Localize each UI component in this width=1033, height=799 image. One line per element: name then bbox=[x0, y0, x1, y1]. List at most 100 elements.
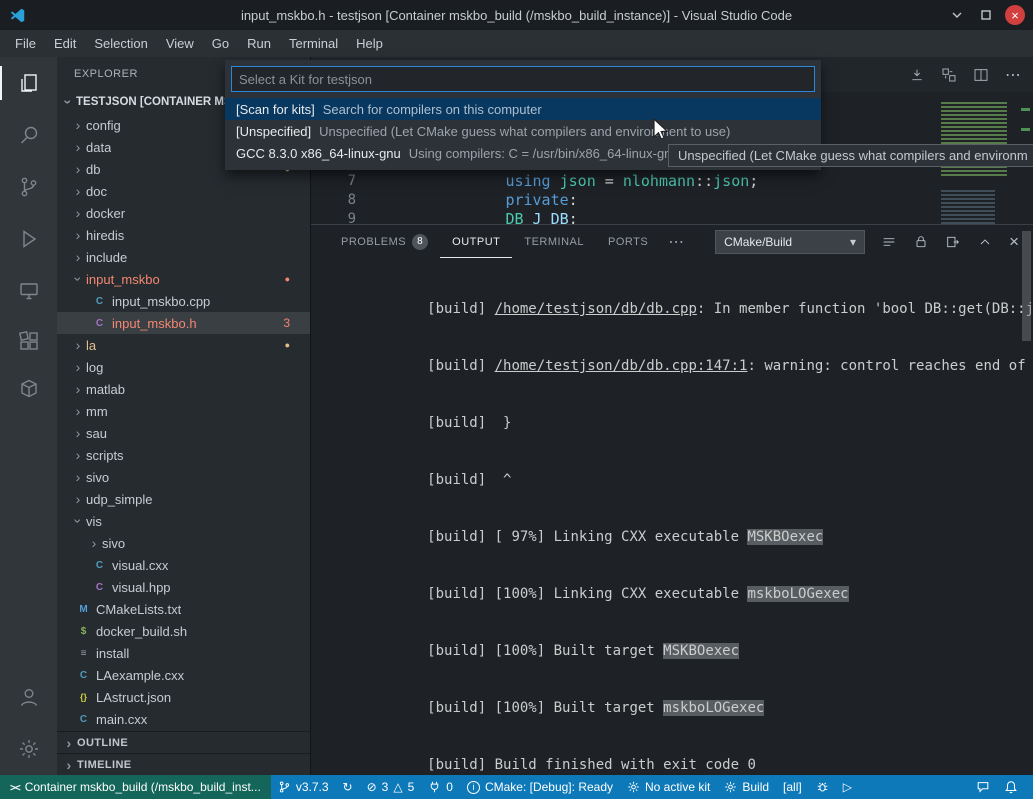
search-icon[interactable] bbox=[0, 109, 57, 161]
sidebar-section-header[interactable]: › OUTLINE bbox=[57, 731, 310, 753]
ports-status[interactable]: 0 bbox=[421, 775, 460, 799]
panel-tab[interactable]: PROBLEMS 8 bbox=[329, 225, 440, 258]
menu-item[interactable]: Edit bbox=[45, 30, 85, 57]
quickpick-item-label: [Unspecified] bbox=[236, 123, 312, 139]
tree-item[interactable]: C input_mskbo.h 3 bbox=[57, 312, 310, 334]
maximize-panel-icon[interactable] bbox=[977, 234, 993, 250]
tree-item[interactable]: mm bbox=[57, 400, 310, 422]
debug-status[interactable] bbox=[809, 775, 836, 799]
extensions-icon[interactable] bbox=[0, 317, 57, 364]
tree-item-label: include bbox=[86, 249, 128, 265]
build-target-status[interactable]: [all] bbox=[776, 775, 809, 799]
output-segment: [build] [100%] Built target bbox=[427, 700, 664, 716]
settings-gear-icon[interactable] bbox=[0, 723, 57, 775]
account-icon[interactable] bbox=[0, 671, 57, 723]
tooltip: Unspecified (Let CMake guess what compil… bbox=[668, 144, 1033, 167]
menu-item[interactable]: Go bbox=[203, 30, 238, 57]
tree-item[interactable]: ≡ install bbox=[57, 642, 310, 664]
file-tree: config data db bbox=[57, 114, 310, 730]
sidebar-sections: › OUTLINE › TIMELINE bbox=[57, 731, 310, 775]
cmake-build-button[interactable]: Build bbox=[717, 775, 776, 799]
tree-item[interactable]: scripts bbox=[57, 444, 310, 466]
remote-indicator[interactable]: Container mskbo_build (/mskbo_build_inst… bbox=[0, 775, 271, 799]
tree-item[interactable]: hiredis bbox=[57, 224, 310, 246]
more-actions-icon[interactable] bbox=[1005, 65, 1021, 85]
tree-item[interactable]: C main.cxx bbox=[57, 708, 310, 730]
more-panel-tabs-icon[interactable] bbox=[660, 232, 692, 252]
output-segment: [build] [100%] Linking CXX executable bbox=[427, 586, 748, 602]
tree-item[interactable]: {} LAstruct.json bbox=[57, 686, 310, 708]
quickpick-input[interactable]: Select a Kit for testjson bbox=[231, 66, 815, 92]
tree-item[interactable]: sivo bbox=[57, 532, 310, 554]
tree-item[interactable]: C visual.cxx bbox=[57, 554, 310, 576]
tree-item[interactable]: C LAexample.cxx bbox=[57, 664, 310, 686]
output-segment: /home/testjson/db/db.cpp:147:1 bbox=[494, 358, 748, 374]
problems-status[interactable]: 3 5 bbox=[360, 775, 422, 799]
close-panel-icon[interactable] bbox=[1009, 233, 1019, 250]
output-segment: [build] Build finished with exit code 0 bbox=[427, 757, 756, 773]
titlebar: input_mskbo.h - testjson [Container mskb… bbox=[0, 0, 1033, 30]
tree-item[interactable]: docker bbox=[57, 202, 310, 224]
tree-item[interactable]: C visual.hpp bbox=[57, 576, 310, 598]
tree-item[interactable]: vis bbox=[57, 510, 310, 532]
folder-chevron-icon bbox=[70, 205, 86, 221]
quickpick-item-label: [Scan for kits] bbox=[236, 101, 315, 117]
menu-item[interactable]: Run bbox=[238, 30, 280, 57]
code-line-content: json Jmskbo; bbox=[356, 210, 614, 224]
tree-item[interactable]: M CMakeLists.txt bbox=[57, 598, 310, 620]
tree-item-label: input_mskbo.h bbox=[112, 315, 197, 331]
tree-item[interactable]: C input_mskbo.cpp bbox=[57, 290, 310, 312]
tree-item[interactable]: matlab bbox=[57, 378, 310, 400]
tree-item[interactable]: $ docker_build.sh bbox=[57, 620, 310, 642]
explorer-icon[interactable] bbox=[0, 57, 57, 109]
feedback-button[interactable] bbox=[969, 780, 997, 794]
package-icon[interactable] bbox=[0, 364, 57, 411]
output-channel-select[interactable]: CMake/Build bbox=[715, 229, 866, 254]
panel-tab[interactable]: PORTS bbox=[596, 225, 660, 258]
tree-item[interactable]: doc bbox=[57, 180, 310, 202]
panel-scrollbar[interactable] bbox=[1022, 231, 1031, 341]
compare-changes-icon[interactable] bbox=[941, 67, 957, 83]
close-button[interactable] bbox=[1005, 5, 1025, 25]
output-log[interactable]: [build] /home/testjson/db/db.cpp: In mem… bbox=[311, 258, 1033, 775]
cmake-kit-status[interactable]: No active kit bbox=[620, 775, 717, 799]
cmake-status[interactable]: CMake: [Debug]: Ready bbox=[460, 775, 620, 799]
quickpick-item-label: GCC 8.3.0 x86_64-linux-gnu bbox=[236, 145, 401, 161]
panel-tab[interactable]: OUTPUT bbox=[440, 225, 512, 258]
notifications-button[interactable] bbox=[997, 780, 1025, 794]
split-editor-icon[interactable] bbox=[973, 67, 989, 83]
menu-item[interactable]: View bbox=[157, 30, 203, 57]
remote-explorer-icon[interactable] bbox=[0, 265, 57, 317]
git-modified-dot-icon bbox=[285, 340, 290, 350]
chevron-down-icon bbox=[60, 94, 76, 110]
tree-item[interactable]: input_mskbo bbox=[57, 268, 310, 290]
list-icon[interactable] bbox=[881, 234, 897, 250]
sidebar-section-header[interactable]: › TIMELINE bbox=[57, 753, 310, 775]
launch-status[interactable] bbox=[836, 775, 859, 799]
source-control-icon[interactable] bbox=[0, 161, 57, 213]
quickpick-item[interactable]: [Unspecified] Unspecified (Let CMake gue… bbox=[225, 120, 821, 142]
menu-item[interactable]: Selection bbox=[85, 30, 156, 57]
run-debug-icon[interactable] bbox=[0, 213, 57, 265]
open-in-editor-icon[interactable] bbox=[945, 234, 961, 250]
tree-item[interactable]: udp_simple bbox=[57, 488, 310, 510]
run-build-icon[interactable] bbox=[909, 67, 925, 83]
git-branch-status[interactable]: v3.7.3 bbox=[271, 775, 336, 799]
quickpick-item[interactable]: [Scan for kits] Search for compilers on … bbox=[225, 98, 821, 120]
maximize-button[interactable] bbox=[976, 5, 996, 25]
output-line: [build] Build finished with exit code 0 bbox=[326, 718, 1033, 775]
panel-tab[interactable]: TERMINAL bbox=[512, 225, 596, 258]
tree-item[interactable]: sivo bbox=[57, 466, 310, 488]
tree-item-label: sivo bbox=[102, 535, 126, 551]
tree-item[interactable]: log bbox=[57, 356, 310, 378]
menu-item[interactable]: Terminal bbox=[280, 30, 347, 57]
folder-chevron-icon bbox=[70, 227, 86, 243]
lock-icon[interactable] bbox=[913, 234, 929, 250]
menu-item[interactable]: File bbox=[6, 30, 45, 57]
tree-item[interactable]: include bbox=[57, 246, 310, 268]
menu-item[interactable]: Help bbox=[347, 30, 392, 57]
sync-status[interactable] bbox=[336, 775, 360, 799]
tree-item[interactable]: la bbox=[57, 334, 310, 356]
tree-item[interactable]: sau bbox=[57, 422, 310, 444]
minimize-button[interactable] bbox=[947, 5, 967, 25]
